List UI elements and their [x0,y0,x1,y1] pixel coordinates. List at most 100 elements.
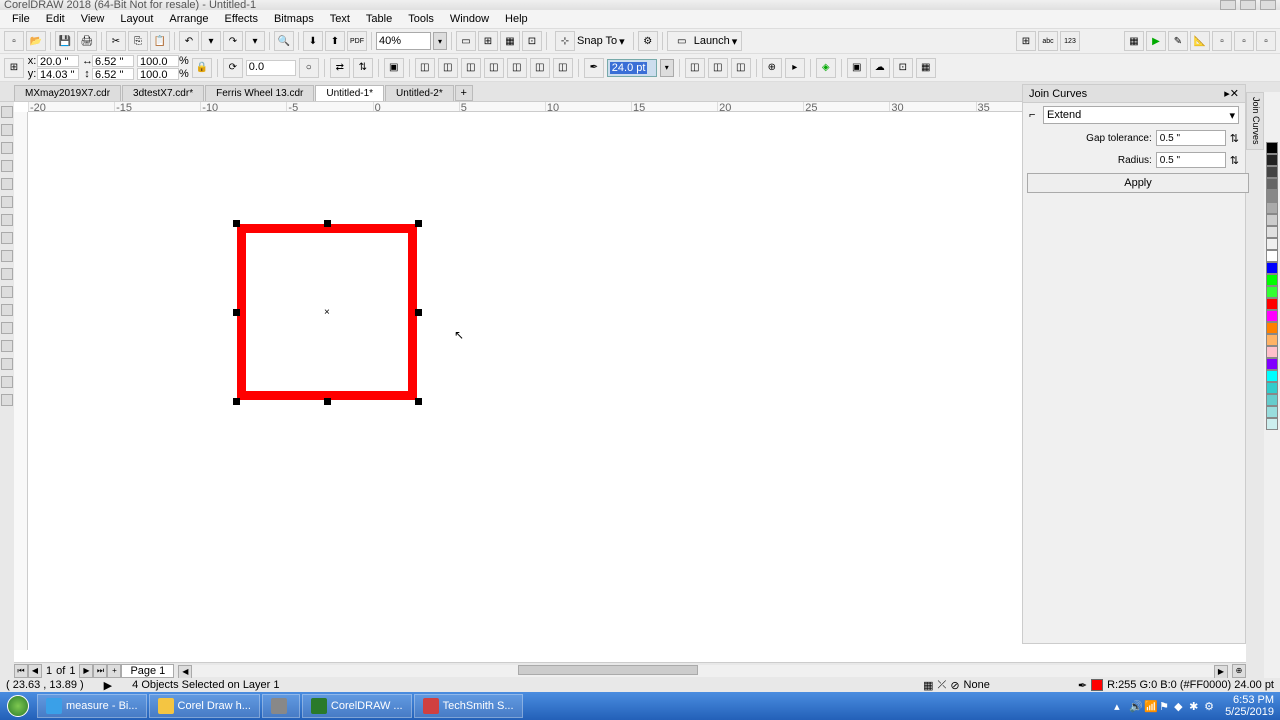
parallel-tool[interactable] [1,286,13,298]
outline-color-swatch[interactable] [1091,679,1103,691]
play-button[interactable]: ▶ [1146,31,1166,51]
tray-icon[interactable]: ⚙ [1204,700,1216,712]
docker-tab-join-curves[interactable]: Join Curves [1246,92,1264,150]
wrap-text[interactable]: ◫ [685,58,705,78]
order-front[interactable]: ▣ [384,58,404,78]
doc-tab-0[interactable]: MXmay2019X7.cdr [14,85,121,101]
spinner-icon[interactable]: ⇅ [1230,154,1239,167]
color-swatch[interactable] [1266,142,1278,154]
tray-icon[interactable]: 🔊 [1129,700,1141,712]
outline-width-dropdown[interactable]: ▾ [660,59,674,77]
docker-close-icon[interactable]: ✕ [1230,87,1239,100]
color-swatch[interactable] [1266,382,1278,394]
tool-c[interactable]: 123 [1060,31,1080,51]
tool-f[interactable]: 📐 [1190,31,1210,51]
navigator-button[interactable]: ⊕ [1232,664,1246,678]
color-swatch[interactable] [1266,310,1278,322]
x-position[interactable]: 20.0 " [37,55,79,67]
first-page[interactable]: ⏮ [14,664,28,678]
rotation-field[interactable]: 0.0 [246,60,296,76]
tray-icon[interactable]: ⚑ [1159,700,1171,712]
doc-tab-2[interactable]: Ferris Wheel 13.cdr [205,85,314,101]
mirror-v[interactable]: ⇅ [353,58,373,78]
back-minus-front[interactable]: ◫ [530,58,550,78]
tool-p[interactable]: ⊡ [893,58,913,78]
prev-page[interactable]: ◀ [28,664,42,678]
pick-tool[interactable] [1,106,13,118]
new-doc-tab[interactable]: + [455,85,473,101]
undo-button[interactable]: ↶ [179,31,199,51]
gap-tolerance-field[interactable] [1156,130,1226,146]
color-swatch[interactable] [1266,214,1278,226]
tool-b[interactable]: abc [1038,31,1058,51]
tool-l[interactable]: ⊕ [762,58,782,78]
tool-e[interactable]: ✎ [1168,31,1188,51]
tool-a[interactable]: ⊞ [1016,31,1036,51]
add-page[interactable]: + [107,664,121,678]
handle-mr[interactable] [415,309,422,316]
color-swatch[interactable] [1266,358,1278,370]
handle-tr[interactable] [415,220,422,227]
crop-tool[interactable] [1,142,13,154]
freehand-tool[interactable] [1,178,13,190]
handle-bc[interactable] [324,398,331,405]
fill-tool[interactable] [1,376,13,388]
polygon-tool[interactable] [1,250,13,262]
options-button[interactable]: ⚙ [638,31,658,51]
rulers-button[interactable]: ⊞ [478,31,498,51]
doc-tab-3[interactable]: Untitled-1* [315,85,384,101]
ellipse-tool[interactable] [1,232,13,244]
menu-effects[interactable]: Effects [217,13,266,25]
save-button[interactable]: 💾 [55,31,75,51]
zoom-level[interactable]: 40% [376,32,431,50]
join-method-select[interactable]: Extend▾ [1043,106,1239,124]
color-swatch[interactable] [1266,226,1278,238]
hscroll-left[interactable]: ◀ [178,665,192,679]
rectangle-tool[interactable] [1,214,13,226]
cut-button[interactable]: ✂ [106,31,126,51]
menu-tools[interactable]: Tools [400,13,442,25]
tray-icon[interactable]: ✱ [1189,700,1201,712]
outline-tool[interactable] [1,394,13,406]
tool-h[interactable]: ▫ [1234,31,1254,51]
taskbar-item[interactable]: TechSmith S... [414,694,523,718]
scale-x[interactable]: 100.0 [137,55,179,67]
color-swatch[interactable] [1266,202,1278,214]
scale-y[interactable]: 100.0 [137,68,179,80]
doc-tab-4[interactable]: Untitled-2* [385,85,454,101]
tray-icon[interactable]: ◆ [1174,700,1186,712]
handle-ml[interactable] [233,309,240,316]
taskbar-item[interactable]: Corel Draw h... [149,694,260,718]
open-button[interactable]: 📂 [26,31,46,51]
copy-button[interactable]: ⎘ [128,31,148,51]
shape-tool[interactable] [1,124,13,136]
width-field[interactable]: 6.52 " [92,55,134,67]
y-position[interactable]: 14.03 " [37,68,79,80]
color-swatch[interactable] [1266,406,1278,418]
launch-dropdown[interactable]: ▭ Launch▾ [667,31,743,51]
fullscreen-button[interactable]: ▭ [456,31,476,51]
tool-k[interactable]: ◫ [731,58,751,78]
text-tool[interactable] [1,268,13,280]
color-swatch[interactable] [1266,334,1278,346]
zoom-tool[interactable] [1,160,13,172]
color-swatch[interactable] [1266,262,1278,274]
color-swatch[interactable] [1266,346,1278,358]
effects-tool[interactable] [1,322,13,334]
lock-ratio[interactable]: 🔒 [192,58,212,78]
color-swatch[interactable] [1266,370,1278,382]
taskbar-item[interactable]: CorelDRAW ... [302,694,412,718]
menu-edit[interactable]: Edit [38,13,73,25]
intersect-button[interactable]: ◫ [461,58,481,78]
color-swatch[interactable] [1266,322,1278,334]
taskbar-item[interactable] [262,694,300,718]
eyedropper-tool[interactable] [1,358,13,370]
tray-icon[interactable]: 📶 [1144,700,1156,712]
rotation-center[interactable]: ○ [299,58,319,78]
clock[interactable]: 6:53 PM 5/25/2019 [1225,694,1274,718]
search-button[interactable]: 🔍 [274,31,294,51]
redo-button[interactable]: ↷ [223,31,243,51]
color-swatch[interactable] [1266,286,1278,298]
menu-table[interactable]: Table [358,13,400,25]
paste-button[interactable]: 📋 [150,31,170,51]
